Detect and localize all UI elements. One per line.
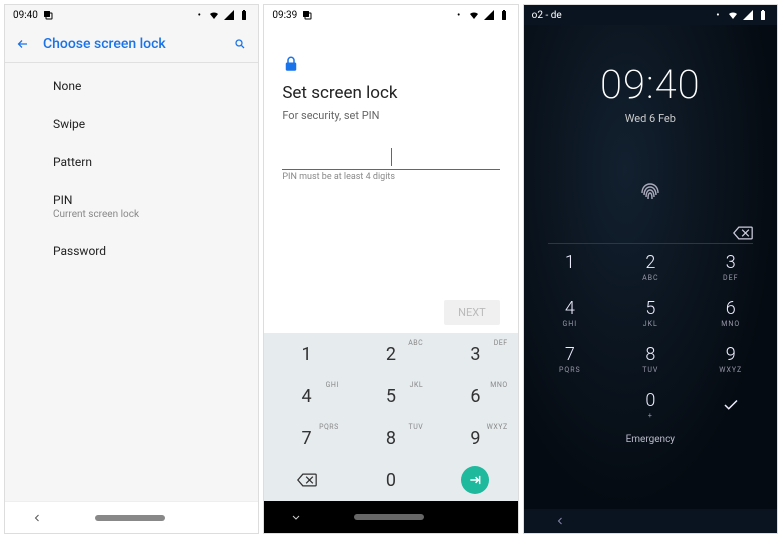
fingerprint-icon[interactable] [638,179,662,203]
lock-option-password[interactable]: Password [5,232,258,270]
lockscreen-date: Wed 6 Feb [625,112,676,125]
battery-icon [238,9,250,21]
nav-home-pill[interactable] [95,515,165,521]
status-bar: 09:39 • [264,5,517,25]
back-icon[interactable] [17,38,29,50]
key-2[interactable]: 2ABC [610,244,690,290]
option-label: PIN [53,193,258,207]
page-title: Choose screen lock [43,36,220,52]
key-9[interactable]: 9WXYZ [433,417,517,459]
key-1[interactable]: 1 [264,333,348,375]
key-3[interactable]: 3DEF [433,333,517,375]
key-enter[interactable] [433,459,517,501]
app-header: Choose screen lock [5,25,258,63]
wifi-icon [727,9,739,21]
signal-icon [742,9,754,21]
set-pin-body: Set screen lock For security, set PIN PI… [264,25,517,333]
search-icon[interactable] [234,38,246,50]
key-6[interactable]: 6MNO [691,290,771,336]
lock-options-list: None Swipe Pattern PIN Current screen lo… [5,63,258,501]
dot-icon: • [193,9,205,21]
key-1[interactable]: 1 [530,244,610,290]
pin-hint: PIN must be at least 4 digits [282,172,499,182]
key-7[interactable]: 7PQRS [264,417,348,459]
set-pin-subtitle: For security, set PIN [282,109,499,122]
set-pin-title: Set screen lock [282,83,499,103]
key-0[interactable]: 0+ [610,382,690,428]
key-8[interactable]: 8TUV [349,417,433,459]
lock-icon [282,55,300,73]
signal-icon [223,9,235,21]
screenshot-icon [301,9,313,21]
backspace-icon[interactable] [733,226,753,240]
status-icons: • [193,9,250,21]
key-7[interactable]: 7PQRS [530,336,610,382]
screenshot-lockscreen: o2 - de • 09:40 Wed 6 Feb 1 2ABC 3DEF 4G… [523,4,778,534]
lock-option-pin[interactable]: PIN Current screen lock [5,181,258,232]
status-bar: 09:40 • [5,5,258,25]
next-button[interactable]: NEXT [444,300,500,325]
lockscreen-clock: 09:40 [600,61,701,108]
lock-option-swipe[interactable]: Swipe [5,105,258,143]
carrier-label: o2 - de [532,10,562,21]
key-9[interactable]: 9WXYZ [691,336,771,382]
nav-back-icon[interactable] [31,512,43,524]
option-label: Pattern [53,155,258,169]
nav-collapse-icon[interactable] [290,511,302,523]
battery-icon [498,9,510,21]
key-empty [530,382,610,428]
key-4[interactable]: 4GHI [264,375,348,417]
nav-bar [5,501,258,533]
battery-icon [757,9,769,21]
option-label: Swipe [53,117,258,131]
screenshot-icon [42,9,54,21]
pin-input[interactable] [282,146,499,170]
text-cursor [391,148,393,166]
wifi-icon [468,9,480,21]
nav-home-pill[interactable] [354,514,424,520]
numeric-keypad: 1 2ABC 3DEF 4GHI 5JKL 6MNO 7PQRS 8TUV 9W… [264,333,517,501]
key-8[interactable]: 8TUV [610,336,690,382]
status-time: 09:40 [13,10,38,21]
lock-option-none[interactable]: None [5,67,258,105]
dot-icon: • [712,9,724,21]
key-backspace[interactable] [264,459,348,501]
dot-icon: • [453,9,465,21]
option-label: Password [53,244,258,258]
check-icon [722,396,740,414]
status-icons: • [712,9,769,21]
nav-back-icon[interactable] [554,515,566,527]
option-label: None [53,79,258,93]
lockscreen-keypad: 1 2ABC 3DEF 4GHI 5JKL 6MNO 7PQRS 8TUV 9W… [524,240,777,428]
status-bar: o2 - de • [524,5,777,25]
key-confirm[interactable] [691,382,771,428]
key-2[interactable]: 2ABC [349,333,433,375]
key-6[interactable]: 6MNO [433,375,517,417]
screenshot-set-pin: 09:39 • Set screen lock For security, se… [263,4,518,534]
nav-bar [264,501,517,533]
lock-option-pattern[interactable]: Pattern [5,143,258,181]
key-5[interactable]: 5JKL [349,375,433,417]
lockscreen-body: 09:40 Wed 6 Feb 1 2ABC 3DEF 4GHI 5JKL 6M… [524,25,777,509]
key-4[interactable]: 4GHI [530,290,610,336]
signal-icon [483,9,495,21]
option-sublabel: Current screen lock [53,209,258,220]
status-time: 09:39 [272,10,297,21]
key-5[interactable]: 5JKL [610,290,690,336]
enter-icon [461,466,489,494]
nav-bar [524,509,777,533]
emergency-button[interactable]: Emergency [626,428,675,447]
key-0[interactable]: 0 [349,459,433,501]
status-icons: • [453,9,510,21]
key-3[interactable]: 3DEF [691,244,771,290]
screenshot-choose-lock: 09:40 • Choose screen lock None Swipe Pa… [4,4,259,534]
backspace-icon [297,473,317,487]
wifi-icon [208,9,220,21]
